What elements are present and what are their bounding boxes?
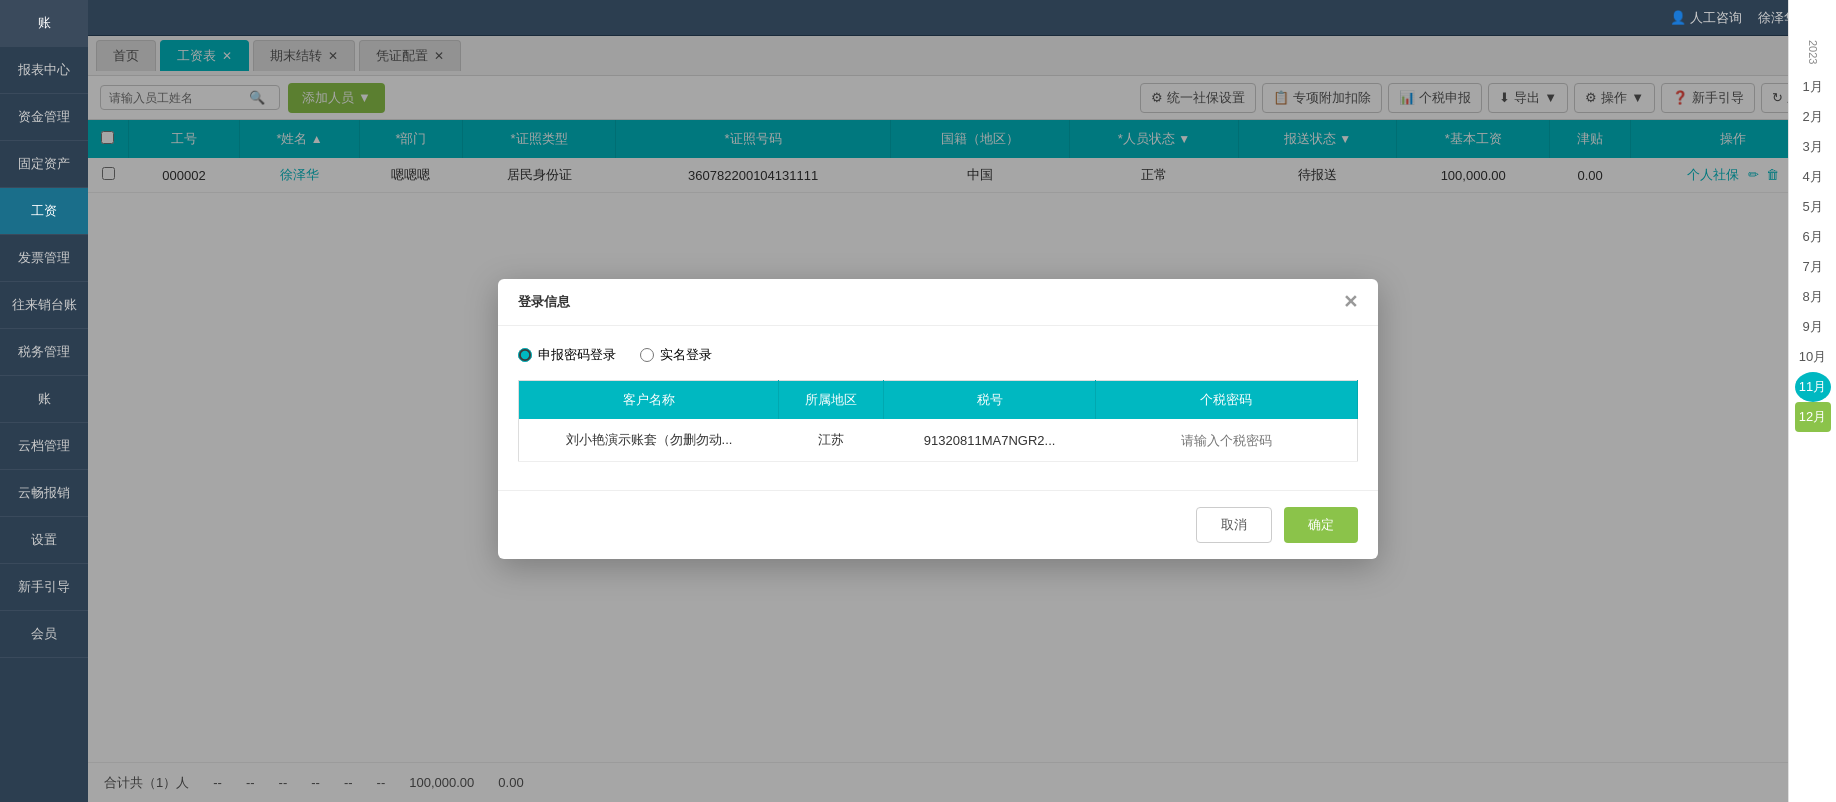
- sidebar-item-report[interactable]: 报表中心: [0, 47, 88, 94]
- dialog-footer: 取消 确定: [498, 490, 1378, 559]
- col-client-name: 客户名称: [519, 381, 779, 420]
- sidebar-item-assets[interactable]: 固定资产: [0, 141, 88, 188]
- inner-table-header: 客户名称 所属地区 税号 个税密码: [519, 381, 1358, 420]
- ai-consult-label[interactable]: 👤 人工咨询: [1670, 9, 1742, 27]
- cal-month-8[interactable]: 8月: [1795, 282, 1831, 312]
- confirm-button[interactable]: 确定: [1284, 507, 1358, 543]
- dialog-title: 登录信息: [518, 293, 570, 311]
- col-region: 所属地区: [779, 381, 884, 420]
- radio-realname-label: 实名登录: [660, 346, 712, 364]
- radio-password-label: 申报密码登录: [538, 346, 616, 364]
- sidebar-item-expense[interactable]: 云畅报销: [0, 470, 88, 517]
- dialog-header: 登录信息 ✕: [498, 279, 1378, 326]
- radio-realname-input[interactable]: [640, 348, 654, 362]
- cal-month-1[interactable]: 1月: [1795, 72, 1831, 102]
- cal-month-3[interactable]: 3月: [1795, 132, 1831, 162]
- sidebar-item-ledger[interactable]: 往来销台账: [0, 282, 88, 329]
- sidebar-item-archive[interactable]: 云档管理: [0, 423, 88, 470]
- login-dialog: 登录信息 ✕ 申报密码登录 实名登录 客户名称 所属地区: [498, 279, 1378, 559]
- sidebar-item-books[interactable]: 账: [0, 376, 88, 423]
- sidebar-item-fund[interactable]: 资金管理: [0, 94, 88, 141]
- sidebar-item-member[interactable]: 会员: [0, 611, 88, 658]
- sidebar-item-settings[interactable]: 设置: [0, 517, 88, 564]
- tax-password-cell[interactable]: [1095, 419, 1357, 462]
- cal-month-2[interactable]: 2月: [1795, 102, 1831, 132]
- inner-table-row: 刘小艳演示账套（勿删勿动... 江苏 91320811MA7NGR2...: [519, 419, 1358, 462]
- cal-month-9[interactable]: 9月: [1795, 312, 1831, 342]
- sidebar-item-salary[interactable]: 工资: [0, 188, 88, 235]
- sidebar-item-invoice[interactable]: 发票管理: [0, 235, 88, 282]
- login-type-radio-group: 申报密码登录 实名登录: [518, 346, 1358, 364]
- cal-month-7[interactable]: 7月: [1795, 252, 1831, 282]
- sidebar: 账 报表中心 资金管理 固定资产 工资 发票管理 往来销台账 税务管理 账 云档…: [0, 0, 88, 802]
- radio-password-login[interactable]: 申报密码登录: [518, 346, 616, 364]
- cal-month-11[interactable]: 11月: [1795, 372, 1831, 402]
- region-cell: 江苏: [779, 419, 884, 462]
- cal-month-4[interactable]: 4月: [1795, 162, 1831, 192]
- dialog-overlay: 登录信息 ✕ 申报密码登录 实名登录 客户名称 所属地区: [88, 36, 1788, 802]
- sidebar-item-guide[interactable]: 新手引导: [0, 564, 88, 611]
- cal-month-10[interactable]: 10月: [1795, 342, 1831, 372]
- cal-month-6[interactable]: 6月: [1795, 222, 1831, 252]
- cal-year-label: 2023: [1807, 40, 1819, 64]
- radio-realname-login[interactable]: 实名登录: [640, 346, 712, 364]
- col-tax-password: 个税密码: [1095, 381, 1357, 420]
- topbar: 👤 人工咨询 徐泽华 ✕: [88, 0, 1836, 36]
- tax-password-input[interactable]: [1107, 433, 1345, 448]
- cal-month-5[interactable]: 5月: [1795, 192, 1831, 222]
- dialog-body: 申报密码登录 实名登录 客户名称 所属地区 税号 个税密码: [498, 326, 1378, 482]
- col-tax-id: 税号: [884, 381, 1096, 420]
- cal-month-12[interactable]: 12月: [1795, 402, 1831, 432]
- login-info-table: 客户名称 所属地区 税号 个税密码 刘小艳演示账套（勿删勿动... 江苏 913…: [518, 380, 1358, 462]
- dialog-close-icon[interactable]: ✕: [1343, 293, 1358, 311]
- tax-id-cell: 91320811MA7NGR2...: [884, 419, 1096, 462]
- client-name-cell: 刘小艳演示账套（勿删勿动...: [519, 419, 779, 462]
- calendar-sidebar: 2023 1月 2月 3月 4月 5月 6月 7月 8月 9月 10月 11月 …: [1788, 0, 1836, 802]
- cancel-button[interactable]: 取消: [1196, 507, 1272, 543]
- sidebar-item-tax[interactable]: 税务管理: [0, 329, 88, 376]
- radio-password-input[interactable]: [518, 348, 532, 362]
- sidebar-item-account[interactable]: 账: [0, 0, 88, 47]
